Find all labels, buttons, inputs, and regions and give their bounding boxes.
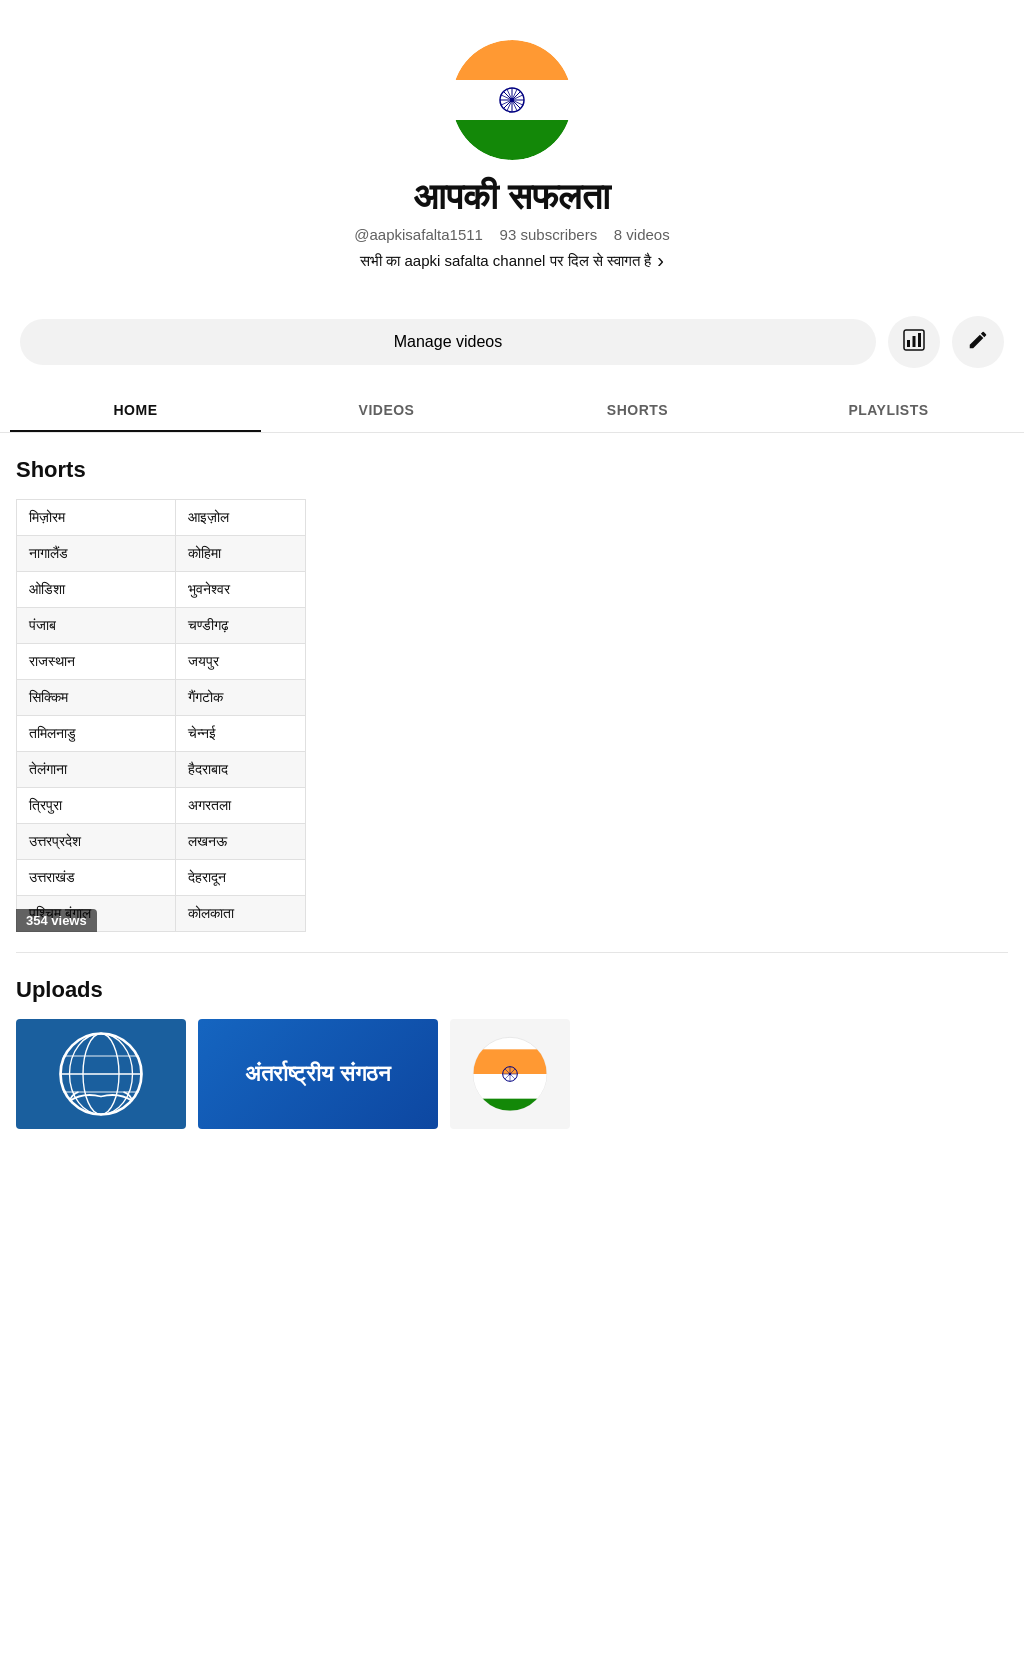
upload-thumb-antar[interactable]: अंतर्राष्ट्रीय संगठन xyxy=(198,1019,438,1129)
shorts-table-container: मिज़ोरमआइज़ोलनागालैंडकोहिमाओडिशाभुवनेश्व… xyxy=(16,499,306,932)
channel-meta: @aapkisafalta1511 93 subscribers 8 video… xyxy=(354,226,669,243)
svg-rect-18 xyxy=(918,333,921,347)
description-expand-icon[interactable]: › xyxy=(657,249,664,272)
manage-videos-button[interactable]: Manage videos xyxy=(20,319,876,365)
tab-shorts[interactable]: SHORTS xyxy=(512,388,763,432)
channel-description: सभी का aapki safalta channel पर दिल से स… xyxy=(360,249,664,272)
svg-rect-29 xyxy=(470,1099,550,1114)
table-row: तेलंगानाहैदराबाद xyxy=(17,752,306,788)
tab-navigation: HOME VIDEOS SHORTS PLAYLISTS xyxy=(0,388,1024,433)
svg-rect-2 xyxy=(452,40,572,80)
action-bar: Manage videos xyxy=(0,316,1024,368)
table-row: राजस्थानजयपुर xyxy=(17,644,306,680)
tab-home[interactable]: HOME xyxy=(10,388,261,432)
table-row: तमिलनाडुचेन्नई xyxy=(17,716,306,752)
channel-avatar xyxy=(452,40,572,160)
table-row: उत्तराखंडदेहरादून xyxy=(17,860,306,896)
table-row: पंजाबचण्डीगढ़ xyxy=(17,608,306,644)
shorts-section-title: Shorts xyxy=(16,457,1008,483)
shorts-table: मिज़ोरमआइज़ोलनागालैंडकोहिमाओडिशाभुवनेश्व… xyxy=(16,499,306,932)
upload-thumb-india[interactable] xyxy=(450,1019,570,1129)
upload-thumb-un[interactable] xyxy=(16,1019,186,1129)
uploads-thumbnails: अंतर्राष्ट्रीय संगठन xyxy=(16,1019,1008,1129)
table-row: उत्तरप्रदेशलखनऊ xyxy=(17,824,306,860)
table-row: नागालैंडकोहिमा xyxy=(17,536,306,572)
views-badge: 354 views xyxy=(16,909,97,932)
antar-thumbnail-image: अंतर्राष्ट्रीय संगठन xyxy=(198,1019,438,1129)
channel-header: आपकी सफलता @aapkisafalta1511 93 subscrib… xyxy=(0,0,1024,316)
svg-rect-17 xyxy=(913,336,916,347)
svg-rect-4 xyxy=(452,120,572,160)
table-row: ओडिशाभुवनेश्वर xyxy=(17,572,306,608)
channel-name: आपकी सफलता xyxy=(414,176,610,218)
un-thumbnail-image xyxy=(16,1019,186,1129)
channel-video-count: 8 videos xyxy=(614,226,670,243)
analytics-button[interactable] xyxy=(888,316,940,368)
shorts-section: Shorts मिज़ोरमआइज़ोलनागालैंडकोहिमाओडिशाभ… xyxy=(0,433,1024,952)
channel-handle: @aapkisafalta1511 xyxy=(354,226,483,243)
edit-button[interactable] xyxy=(952,316,1004,368)
india-thumbnail-image xyxy=(450,1019,570,1129)
table-row: सिक्किमगैंगटोक xyxy=(17,680,306,716)
uploads-section: Uploads xyxy=(0,953,1024,1145)
table-row: त्रिपुराअगरतला xyxy=(17,788,306,824)
channel-subscribers: 93 subscribers xyxy=(500,226,598,243)
tab-videos[interactable]: VIDEOS xyxy=(261,388,512,432)
uploads-section-title: Uploads xyxy=(16,977,1008,1003)
edit-icon xyxy=(967,329,989,356)
tab-playlists[interactable]: PLAYLISTS xyxy=(763,388,1014,432)
svg-rect-16 xyxy=(907,340,910,347)
analytics-icon xyxy=(902,328,926,357)
table-row: मिज़ोरमआइज़ोल xyxy=(17,500,306,536)
